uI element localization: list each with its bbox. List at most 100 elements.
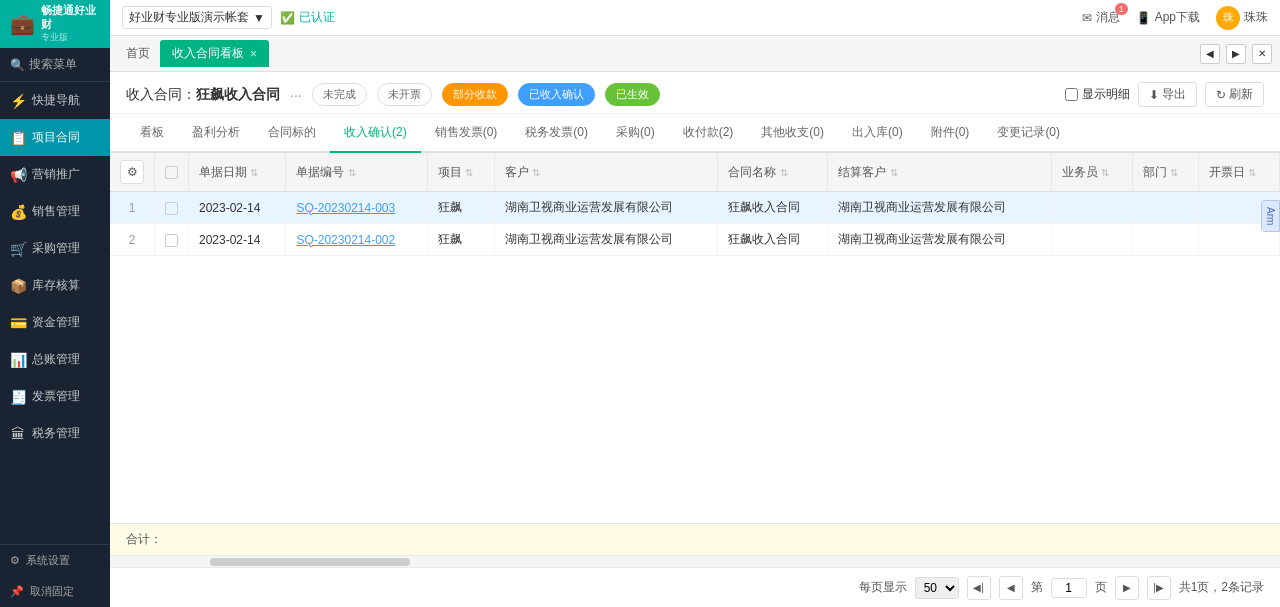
- column-settings-button[interactable]: ⚙: [120, 160, 144, 184]
- sub-tab-attachment[interactable]: 附件(0): [917, 114, 984, 153]
- status-btn-effective[interactable]: 已生效: [605, 83, 660, 106]
- total-pages-label: 共1页，2条记录: [1179, 579, 1264, 596]
- sort-invoice-icon[interactable]: ⇅: [1248, 167, 1256, 178]
- sort-customer-icon[interactable]: ⇅: [532, 167, 540, 178]
- sidebar-item-project-contract[interactable]: 📋 项目合同: [0, 119, 110, 156]
- row-checkbox-2[interactable]: [155, 224, 189, 256]
- th-customer-label: 客户: [505, 165, 529, 179]
- horizontal-scrollbar[interactable]: [110, 555, 1280, 567]
- row-contract-1: 狂飙收入合同: [718, 192, 828, 224]
- sidebar-label-quick-nav: 快捷导航: [32, 92, 80, 109]
- home-tab[interactable]: 首页: [118, 41, 158, 66]
- row-number-1[interactable]: SQ-20230214-003: [286, 192, 428, 224]
- sidebar-bottom-settings[interactable]: ⚙ 系统设置: [0, 545, 110, 576]
- refresh-button[interactable]: ↻ 刷新: [1205, 82, 1264, 107]
- sidebar-label-4: 库存核算: [32, 277, 80, 294]
- arm-button[interactable]: Arm: [1261, 200, 1280, 232]
- status-btn-confirmed[interactable]: 已收入确认: [518, 83, 595, 106]
- sidebar-item-finance[interactable]: 💳 资金管理: [0, 304, 110, 341]
- sub-tab-change-log[interactable]: 变更记录(0): [983, 114, 1074, 153]
- message-button[interactable]: ✉ 1 消息: [1082, 9, 1120, 26]
- sort-project-icon[interactable]: ⇅: [465, 167, 473, 178]
- user-avatar[interactable]: 珠 珠珠: [1216, 6, 1268, 30]
- status-btn-uninvoiced[interactable]: 未开票: [377, 83, 432, 106]
- sub-tab-tax-invoice[interactable]: 税务发票(0): [511, 114, 602, 153]
- display-detail-checkbox[interactable]: 显示明细: [1065, 86, 1130, 103]
- row-number-2[interactable]: SQ-20230214-002: [286, 224, 428, 256]
- page-size-select[interactable]: 50: [915, 577, 959, 599]
- sort-salesman-icon[interactable]: ⇅: [1101, 167, 1109, 178]
- page-suffix-label: 页: [1095, 579, 1107, 596]
- prev-tab-button[interactable]: ◀: [1200, 44, 1220, 64]
- th-contract-label: 合同名称: [728, 165, 776, 179]
- sidebar: 💼 畅捷通好业财 专业版 🔍 搜索菜单 ⚡ 快捷导航 📋 项目合同 📢 营销推广…: [0, 0, 110, 607]
- next-tab-button[interactable]: ▶: [1226, 44, 1246, 64]
- user-name-abbr: 珠: [1223, 10, 1234, 25]
- sort-dept-icon[interactable]: ⇅: [1170, 167, 1178, 178]
- checkbox-2[interactable]: [165, 234, 178, 247]
- th-settle-customer-label: 结算客户: [838, 165, 886, 179]
- settings-icon: ⚙: [10, 554, 20, 567]
- page-prefix-label: 第: [1031, 579, 1043, 596]
- sort-number-icon[interactable]: ⇅: [348, 167, 356, 178]
- finance-icon: 💳: [10, 315, 26, 331]
- sidebar-item-ledger[interactable]: 📊 总账管理: [0, 341, 110, 378]
- th-salesman: 业务员 ⇅: [1051, 153, 1132, 192]
- sub-tab-sales-invoice[interactable]: 销售发票(0): [421, 114, 512, 153]
- sidebar-item-quick-nav[interactable]: ⚡ 快捷导航: [0, 82, 110, 119]
- close-tab-button[interactable]: ×: [250, 47, 257, 61]
- logo-icon: 💼: [10, 12, 35, 36]
- active-tab[interactable]: 收入合同看板 ×: [160, 40, 269, 67]
- sidebar-item-marketing[interactable]: 📢 营销推广: [0, 156, 110, 193]
- th-customer: 客户 ⇅: [494, 153, 718, 192]
- sort-date-icon[interactable]: ⇅: [250, 167, 258, 178]
- sort-settle-icon[interactable]: ⇅: [890, 167, 898, 178]
- row-checkbox-1[interactable]: [155, 192, 189, 224]
- sidebar-item-inventory[interactable]: 📦 库存核算: [0, 267, 110, 304]
- phone-icon: 📱: [1136, 11, 1151, 25]
- sidebar-item-sales[interactable]: 💰 销售管理: [0, 193, 110, 230]
- search-menu[interactable]: 🔍 搜索菜单: [0, 48, 110, 82]
- first-page-button[interactable]: ◀|: [967, 576, 991, 600]
- checkbox-1[interactable]: [165, 202, 178, 215]
- sub-tab-revenue-confirm[interactable]: 收入确认(2): [330, 114, 421, 153]
- more-icon[interactable]: ···: [290, 87, 302, 103]
- row-settle-1: 湖南卫视商业运营发展有限公司: [828, 192, 1052, 224]
- status-btn-partial[interactable]: 部分收款: [442, 83, 508, 106]
- table-row: 2 2023-02-14 SQ-20230214-002 狂飙 湖南卫视商业运营…: [110, 224, 1280, 256]
- sub-tab-other[interactable]: 其他收支(0): [747, 114, 838, 153]
- row-number-link-2[interactable]: SQ-20230214-002: [296, 233, 395, 247]
- status-btn-uncompleted[interactable]: 未完成: [312, 83, 367, 106]
- sub-tab-profit[interactable]: 盈利分析: [178, 114, 254, 153]
- prev-page-button[interactable]: ◀: [999, 576, 1023, 600]
- app-logo: 💼 畅捷通好业财 专业版: [0, 0, 110, 48]
- close-window-button[interactable]: ✕: [1252, 44, 1272, 64]
- company-selector[interactable]: 好业财专业版演示帐套 ▼: [122, 6, 272, 29]
- row-salesman-2: [1051, 224, 1132, 256]
- sidebar-bottom-unpin[interactable]: 📌 取消固定: [0, 576, 110, 607]
- app-download-button[interactable]: 📱 App下载: [1136, 9, 1200, 26]
- scrollbar-thumb[interactable]: [210, 558, 410, 566]
- sidebar-item-tax[interactable]: 🏛 税务管理: [0, 415, 110, 452]
- next-page-button[interactable]: ▶: [1115, 576, 1139, 600]
- sub-tab-kanban[interactable]: 看板: [126, 114, 178, 153]
- sidebar-item-purchase[interactable]: 🛒 采购管理: [0, 230, 110, 267]
- page-number-input[interactable]: 1: [1051, 578, 1087, 598]
- page-title: 收入合同：狂飙收入合同: [126, 86, 280, 104]
- detail-checkbox-input[interactable]: [1065, 88, 1078, 101]
- contract-name: 狂飙收入合同: [196, 86, 280, 102]
- sub-tab-subject[interactable]: 合同标的: [254, 114, 330, 153]
- right-action-panel: Arm: [1261, 200, 1280, 232]
- export-button[interactable]: ⬇ 导出: [1138, 82, 1197, 107]
- sort-contract-icon[interactable]: ⇅: [780, 167, 788, 178]
- sidebar-item-invoice[interactable]: 🧾 发票管理: [0, 378, 110, 415]
- row-number-link-1[interactable]: SQ-20230214-003: [296, 201, 395, 215]
- th-checkbox: [155, 153, 189, 192]
- sub-tab-purchase[interactable]: 采购(0): [602, 114, 669, 153]
- sub-tab-payment[interactable]: 收付款(2): [669, 114, 748, 153]
- table-row: 1 2023-02-14 SQ-20230214-003 狂飙 湖南卫视商业运营…: [110, 192, 1280, 224]
- prev-page-icon: ◀: [1007, 582, 1015, 593]
- last-page-button[interactable]: |▶: [1147, 576, 1171, 600]
- select-all-checkbox[interactable]: [165, 166, 178, 179]
- sub-tab-warehouse[interactable]: 出入库(0): [838, 114, 917, 153]
